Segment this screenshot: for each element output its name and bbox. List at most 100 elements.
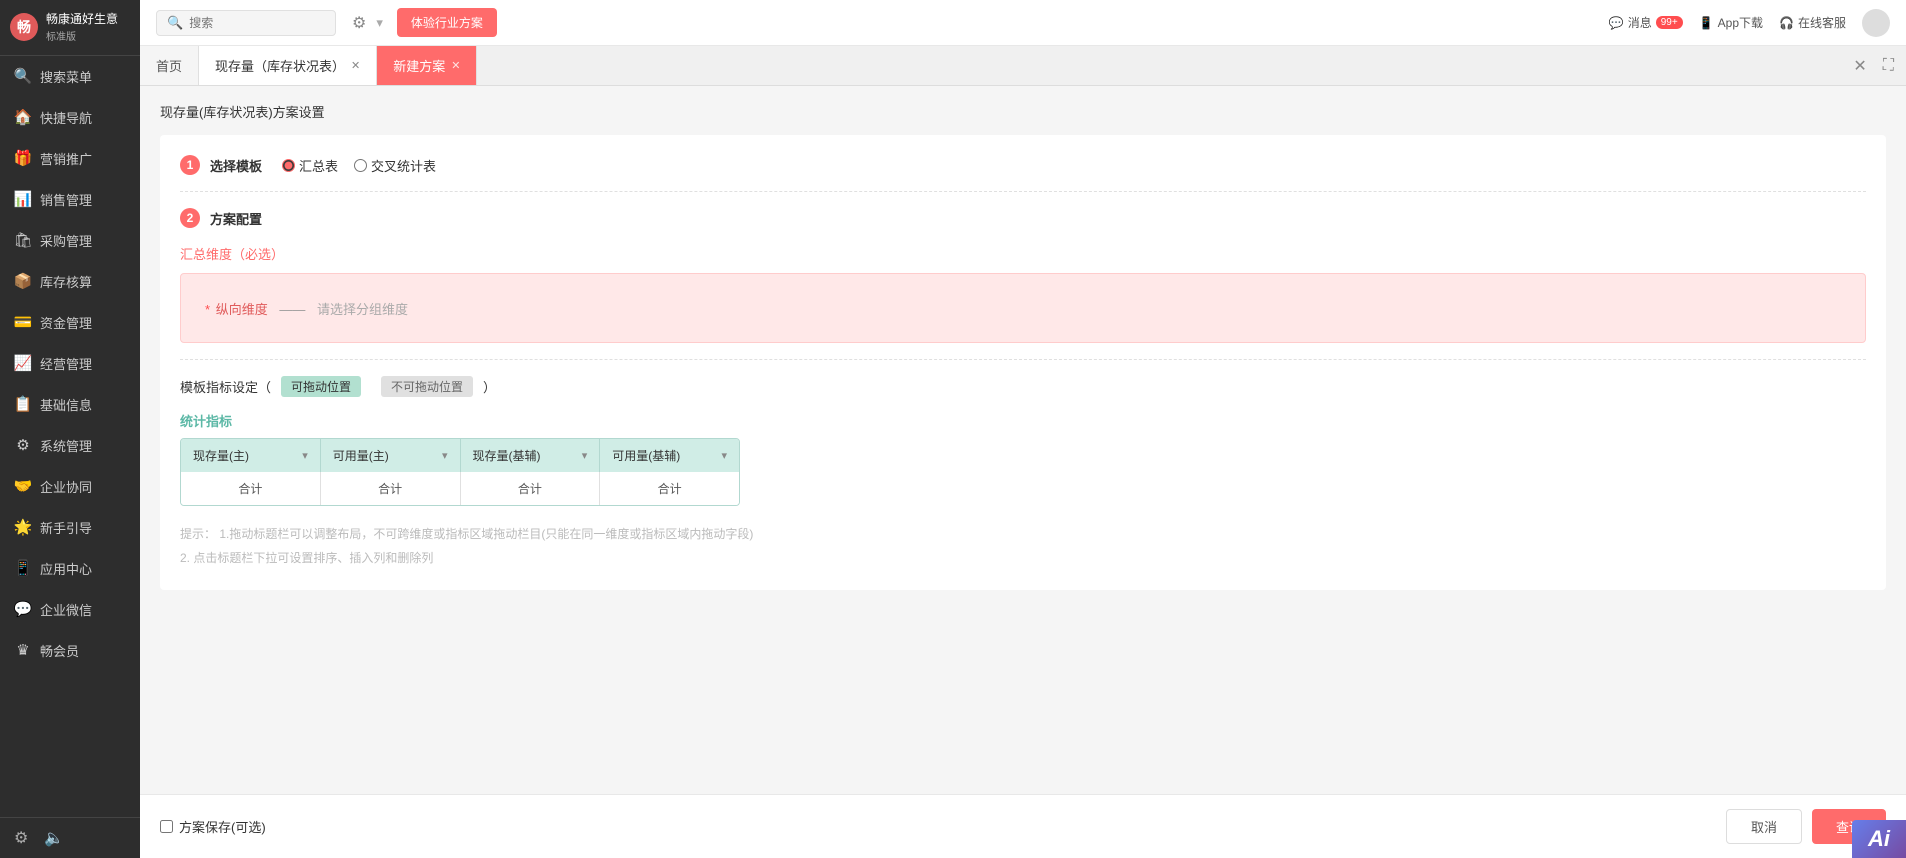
sidebar-item-label-wechat: 企业微信 xyxy=(40,600,92,619)
stats-section-title: 统计指标 xyxy=(180,411,1866,430)
sidebar-item-sales[interactable]: 📊 销售管理 xyxy=(0,179,140,220)
tab-inventory[interactable]: 现存量（库存状况表） ✕ xyxy=(199,46,377,85)
tab-new-plan[interactable]: 新建方案 ✕ xyxy=(377,46,477,85)
settings-card: 1 选择模板 汇总表 交叉统计表 2 方案配置 xyxy=(160,135,1886,590)
template-radio-group: 汇总表 交叉统计表 xyxy=(282,156,436,175)
stats-col-4-dropdown[interactable]: ▾ xyxy=(721,449,727,462)
sidebar-item-guide[interactable]: 🌟 新手引导 xyxy=(0,507,140,548)
search-input[interactable] xyxy=(189,16,309,30)
stats-col-1-label: 现存量(主) xyxy=(193,447,249,464)
sidebar-item-label-basic: 基础信息 xyxy=(40,395,92,414)
sidebar-item-basic[interactable]: 📋 基础信息 xyxy=(0,384,140,425)
sidebar-item-marketing[interactable]: 🎁 营销推广 xyxy=(0,138,140,179)
user-avatar[interactable] xyxy=(1862,9,1890,37)
save-checkbox-text: 方案保存(可选) xyxy=(179,817,266,836)
sidebar-item-purchase[interactable]: 🛍 采购管理 xyxy=(0,220,140,261)
stats-table-body: 合计 合计 合计 合计 xyxy=(181,472,739,505)
footer: 方案保存(可选) 取消 查询 xyxy=(140,794,1906,858)
template-option2-item[interactable]: 交叉统计表 xyxy=(354,156,436,175)
system-icon: ⚙ xyxy=(14,436,32,454)
stats-col-1-dropdown[interactable]: ▾ xyxy=(302,449,308,462)
sidebar-item-nav[interactable]: 🏠 快捷导航 xyxy=(0,97,140,138)
sidebar-footer: ⚙ 🔈 xyxy=(0,817,140,858)
stats-col-4[interactable]: 可用量(基辅) ▾ xyxy=(600,439,739,472)
settings-footer-icon[interactable]: ⚙ xyxy=(14,828,28,848)
cancel-button[interactable]: 取消 xyxy=(1726,809,1802,844)
tab-new-plan-close[interactable]: ✕ xyxy=(451,59,460,72)
template-option2-label: 交叉统计表 xyxy=(371,156,436,175)
tab-close-all-button[interactable]: ✕ xyxy=(1849,52,1870,80)
stats-col-2[interactable]: 可用量(主) ▾ xyxy=(321,439,461,472)
speaker-footer-icon[interactable]: 🔈 xyxy=(44,828,64,848)
purchase-icon: 🛍 xyxy=(14,231,32,249)
inventory-icon: 📦 xyxy=(14,272,32,290)
dim-placeholder-text: * 纵向维度 —— 请选择分组维度 xyxy=(205,299,408,318)
step1-row: 1 选择模板 汇总表 交叉统计表 xyxy=(180,155,1866,175)
template-option1-radio[interactable] xyxy=(282,159,295,172)
dropdown-arrow-topbar[interactable]: ▾ xyxy=(376,15,383,31)
service-icon: 🎧 xyxy=(1779,16,1794,30)
sidebar-item-member[interactable]: ♛ 畅会员 xyxy=(0,630,140,671)
dim-required-mark: 汇总维度（必选） xyxy=(180,247,284,262)
step2-title: 方案配置 xyxy=(210,209,262,228)
logo-icon: 畅 xyxy=(10,13,38,41)
search-box[interactable]: 🔍 xyxy=(156,10,336,36)
stats-col-3[interactable]: 现存量(基辅) ▾ xyxy=(461,439,601,472)
stats-col-1[interactable]: 现存量(主) ▾ xyxy=(181,439,321,472)
app-download-label: App下载 xyxy=(1718,14,1763,31)
save-checkbox-input[interactable] xyxy=(160,820,173,833)
sidebar-item-operation[interactable]: 📈 经营管理 xyxy=(0,343,140,384)
topbar: 🔍 ⚙ ▾ 体验行业方案 💬 消息 99+ 📱 App下载 🎧 在线客服 xyxy=(140,0,1906,46)
gear-icon-topbar[interactable]: ⚙ xyxy=(352,13,366,33)
sidebar-item-finance[interactable]: 💳 资金管理 xyxy=(0,302,140,343)
ai-badge: Ai xyxy=(1852,820,1906,858)
sidebar-item-label-marketing: 营销推广 xyxy=(40,149,92,168)
indicator-settings-row: 模板指标设定（ 可拖动位置 不可拖动位置 ） xyxy=(180,376,1866,397)
stats-col-2-dropdown[interactable]: ▾ xyxy=(442,449,448,462)
online-service-item[interactable]: 🎧 在线客服 xyxy=(1779,14,1846,31)
message-item[interactable]: 💬 消息 99+ xyxy=(1609,14,1683,31)
template-option2-radio[interactable] xyxy=(354,159,367,172)
dim-area[interactable]: * 纵向维度 —— 请选择分组维度 xyxy=(180,273,1866,343)
basic-icon: 📋 xyxy=(14,395,32,413)
sidebar-item-system[interactable]: ⚙ 系统管理 xyxy=(0,425,140,466)
sidebar-item-label-member: 畅会员 xyxy=(40,641,79,660)
online-service-label: 在线客服 xyxy=(1798,14,1846,31)
save-checkbox-label[interactable]: 方案保存(可选) xyxy=(160,817,266,836)
message-icon: 💬 xyxy=(1609,16,1624,30)
template-option1-item[interactable]: 汇总表 xyxy=(282,156,338,175)
sidebar-item-search[interactable]: 🔍 搜索菜单 xyxy=(0,56,140,97)
collab-icon: 🤝 xyxy=(14,477,32,495)
sidebar-item-collab[interactable]: 🤝 企业协同 xyxy=(0,466,140,507)
sidebar-item-label-collab: 企业协同 xyxy=(40,477,92,496)
page-content: 现存量(库存状况表)方案设置 1 选择模板 汇总表 交叉统计表 xyxy=(140,86,1906,794)
dim-hint: 请选择分组维度 xyxy=(317,302,408,317)
stats-col-3-dropdown[interactable]: ▾ xyxy=(582,449,588,462)
app-download-item[interactable]: 📱 App下载 xyxy=(1699,14,1763,31)
sidebar-item-inventory[interactable]: 📦 库存核算 xyxy=(0,261,140,302)
industry-plan-button[interactable]: 体验行业方案 xyxy=(397,8,497,37)
gift-icon: 🎁 xyxy=(14,149,32,167)
sidebar-item-label-system: 系统管理 xyxy=(40,436,92,455)
dim-vertical-label: 纵向维度 xyxy=(216,302,268,317)
tab-home[interactable]: 首页 xyxy=(140,46,199,85)
sidebar-item-wechat[interactable]: 💬 企业微信 xyxy=(0,589,140,630)
required-star: * xyxy=(205,302,210,317)
indicator-end: ） xyxy=(483,377,496,396)
tab-expand-button[interactable]: ⛶ xyxy=(1879,53,1898,79)
appstore-icon: 📱 xyxy=(14,559,32,577)
stats-body-col-1: 合计 xyxy=(181,472,321,505)
stats-table-header: 现存量(主) ▾ 可用量(主) ▾ 现存量(基辅) ▾ 可用量(基辅) ▾ xyxy=(181,439,739,472)
sidebar-item-label-operation: 经营管理 xyxy=(40,354,92,373)
tab-new-plan-label: 新建方案 xyxy=(393,56,445,75)
sales-icon: 📊 xyxy=(14,190,32,208)
message-label: 消息 xyxy=(1628,14,1652,31)
stats-col-3-label: 现存量(基辅) xyxy=(473,447,541,464)
draggable-badge-label: 可拖动位置 xyxy=(291,378,351,395)
app-name: 畅康通好生意 xyxy=(46,12,118,28)
tab-inventory-close[interactable]: ✕ xyxy=(351,59,360,72)
page-title: 现存量(库存状况表)方案设置 xyxy=(160,102,1886,121)
draggable-badge: 可拖动位置 xyxy=(281,376,361,397)
sidebar-item-appstore[interactable]: 📱 应用中心 xyxy=(0,548,140,589)
logo-text-block: 畅康通好生意 标准版 xyxy=(46,12,118,43)
